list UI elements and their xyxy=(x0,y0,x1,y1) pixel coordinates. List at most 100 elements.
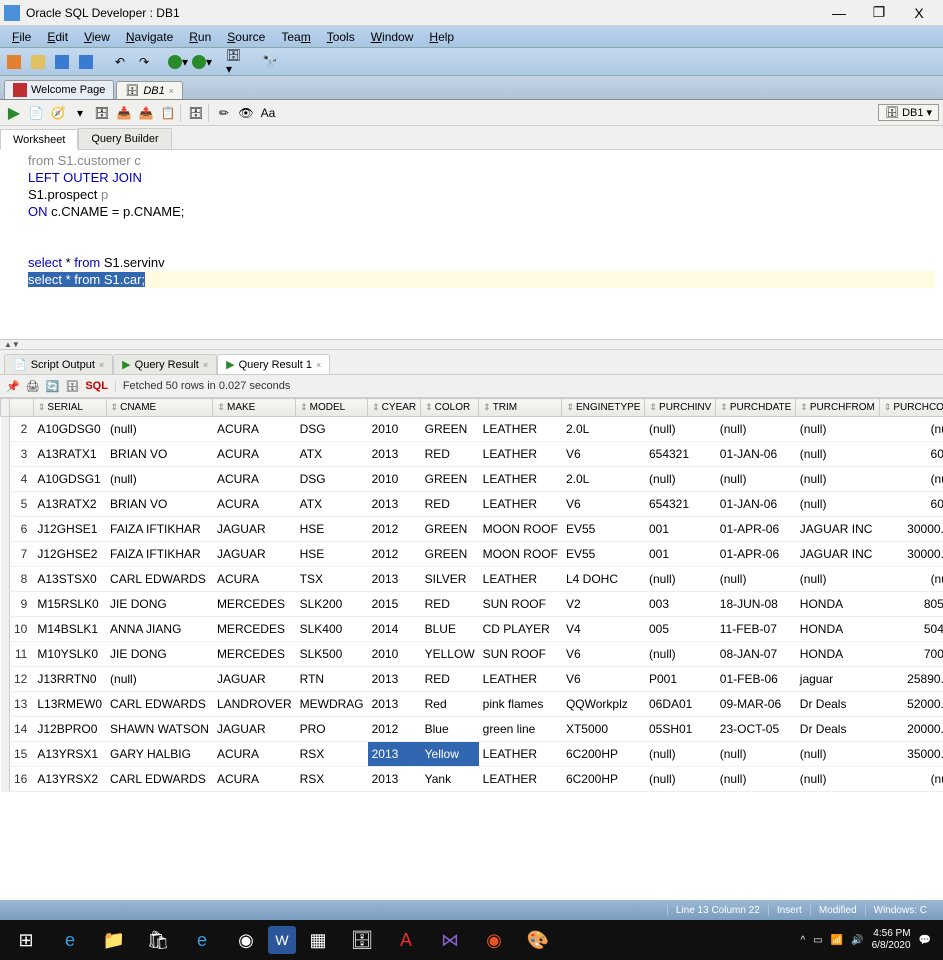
table-row[interactable]: 15A13YRSX1GARY HALBIGACURARSX2013YellowL… xyxy=(1,742,943,767)
close-tab-icon[interactable]: × xyxy=(169,86,174,96)
cell-purchdate[interactable]: 01-FEB-06 xyxy=(716,667,796,692)
tab-query-result[interactable]: ▶ Query Result × xyxy=(113,354,217,374)
cell-trim[interactable]: LEATHER xyxy=(479,417,562,442)
cell-trim[interactable]: LEATHER xyxy=(479,767,562,792)
cell-cyear[interactable]: 2010 xyxy=(368,467,421,492)
cell-purchfrom[interactable]: (null) xyxy=(796,417,880,442)
cell-color[interactable]: RED xyxy=(421,667,479,692)
cell-enginetype[interactable]: QQWorkplz xyxy=(562,692,645,717)
cell-serial[interactable]: J12GHSE2 xyxy=(33,542,106,567)
cell-purchcost[interactable]: 6000 xyxy=(879,492,943,517)
cell-make[interactable]: MERCEDES xyxy=(213,617,296,642)
cell-trim[interactable]: LEATHER xyxy=(479,667,562,692)
commit-icon[interactable]: 📥 xyxy=(114,103,134,123)
cell-make[interactable]: ACURA xyxy=(213,417,296,442)
cell-serial[interactable]: M10YSLK0 xyxy=(33,642,106,667)
cell-cname[interactable]: SHAWN WATSON xyxy=(106,717,213,742)
cell-model[interactable]: SLK500 xyxy=(296,642,368,667)
cell-trim[interactable]: LEATHER xyxy=(479,567,562,592)
cell-make[interactable]: ACURA xyxy=(213,467,296,492)
cell-cname[interactable]: JIE DONG xyxy=(106,642,213,667)
cell-trim[interactable]: LEATHER xyxy=(479,442,562,467)
cell-color[interactable]: GREEN xyxy=(421,517,479,542)
menu-help[interactable]: Help xyxy=(421,28,462,46)
binoculars-icon[interactable]: 🔭 xyxy=(260,52,280,72)
cell-purchdate[interactable]: (null) xyxy=(716,417,796,442)
cell-make[interactable]: ACURA xyxy=(213,492,296,517)
cell-serial[interactable]: A13RATX2 xyxy=(33,492,106,517)
cell-enginetype[interactable]: L4 DOHC xyxy=(562,567,645,592)
menu-navigate[interactable]: Navigate xyxy=(118,28,181,46)
cell-purchfrom[interactable]: JAGUAR INC xyxy=(796,517,880,542)
chrome-icon[interactable]: ◉ xyxy=(224,920,268,960)
cell-make[interactable]: ACURA xyxy=(213,767,296,792)
run-script-icon[interactable]: 📄 xyxy=(26,103,46,123)
column-header-color[interactable]: ⇕COLOR xyxy=(421,399,479,417)
save-icon[interactable] xyxy=(52,52,72,72)
cell-purchinv[interactable]: (null) xyxy=(645,417,716,442)
explain-plan-icon[interactable]: 🧭 xyxy=(48,103,68,123)
cell-enginetype[interactable]: 2.0L xyxy=(562,467,645,492)
table-row[interactable]: 6J12GHSE1FAIZA IFTIKHARJAGUARHSE2012GREE… xyxy=(1,517,943,542)
table-row[interactable]: 3A13RATX1BRIAN VOACURAATX2013REDLEATHERV… xyxy=(1,442,943,467)
cell-cyear[interactable]: 2013 xyxy=(368,667,421,692)
cell-trim[interactable]: SUN ROOF xyxy=(479,592,562,617)
system-clock[interactable]: 4:56 PM 6/8/2020 xyxy=(872,928,911,952)
cell-purchcost[interactable]: 70000 xyxy=(879,642,943,667)
save-all-icon[interactable] xyxy=(76,52,96,72)
tab-script-output[interactable]: 📄 Script Output × xyxy=(4,354,113,374)
cell-color[interactable]: GREEN xyxy=(421,467,479,492)
cell-purchcost[interactable]: 80500 xyxy=(879,592,943,617)
column-header-purchcost[interactable]: ⇕PURCHCOST xyxy=(879,399,943,417)
cell-color[interactable]: Blue xyxy=(421,717,479,742)
cell-purchdate[interactable]: 08-JAN-07 xyxy=(716,642,796,667)
cell-cyear[interactable]: 2012 xyxy=(368,542,421,567)
autotrace-icon[interactable]: ▾ xyxy=(70,103,90,123)
sql-developer-icon[interactable]: 🗄 xyxy=(340,920,384,960)
cell-cname[interactable]: (null) xyxy=(106,467,213,492)
back-icon[interactable]: ▾ xyxy=(168,52,188,72)
pin-icon[interactable]: 📌 xyxy=(6,380,20,393)
cell-cname[interactable]: (null) xyxy=(106,667,213,692)
cell-purchdate[interactable]: (null) xyxy=(716,767,796,792)
table-row[interactable]: 14J12BPRO0SHAWN WATSONJAGUARPRO2012Blueg… xyxy=(1,717,943,742)
cell-purchinv[interactable]: 05SH01 xyxy=(645,717,716,742)
cell-purchfrom[interactable]: HONDA xyxy=(796,642,880,667)
cell-purchfrom[interactable]: HONDA xyxy=(796,592,880,617)
cell-enginetype[interactable]: V6 xyxy=(562,492,645,517)
cell-serial[interactable]: L13RMEW0 xyxy=(33,692,106,717)
cell-serial[interactable]: A13YRSX1 xyxy=(33,742,106,767)
cell-purchinv[interactable]: 06DA01 xyxy=(645,692,716,717)
tab-welcome-page[interactable]: Welcome Page xyxy=(4,80,114,99)
cell-model[interactable]: DSG xyxy=(296,417,368,442)
cell-enginetype[interactable]: V4 xyxy=(562,617,645,642)
sql-history-icon[interactable]: 🗄 xyxy=(186,103,206,123)
cell-enginetype[interactable]: V2 xyxy=(562,592,645,617)
task-view-icon[interactable]: ▦ xyxy=(296,920,340,960)
cell-trim[interactable]: LEATHER xyxy=(479,467,562,492)
cell-make[interactable]: ACURA xyxy=(213,442,296,467)
minimize-button[interactable]: — xyxy=(819,5,859,21)
cell-cyear[interactable]: 2010 xyxy=(368,417,421,442)
cell-purchdate[interactable]: 01-APR-06 xyxy=(716,517,796,542)
cell-enginetype[interactable]: 6C200HP xyxy=(562,742,645,767)
cell-color[interactable]: BLUE xyxy=(421,617,479,642)
start-button[interactable]: ⊞ xyxy=(4,920,48,960)
cell-purchcost[interactable]: 30000.99 xyxy=(879,542,943,567)
cell-cname[interactable]: CARL EDWARDS xyxy=(106,692,213,717)
cell-make[interactable]: MERCEDES xyxy=(213,592,296,617)
redo-icon[interactable]: ↷ xyxy=(134,52,154,72)
cell-purchfrom[interactable]: JAGUAR INC xyxy=(796,542,880,567)
cell-purchdate[interactable]: 18-JUN-08 xyxy=(716,592,796,617)
cell-purchcost[interactable]: (null) xyxy=(879,767,943,792)
cell-trim[interactable]: SUN ROOF xyxy=(479,642,562,667)
cell-enginetype[interactable]: V6 xyxy=(562,442,645,467)
unshared-icon[interactable]: 📋 xyxy=(158,103,178,123)
file-explorer-icon[interactable]: 📁 xyxy=(92,920,136,960)
cell-purchinv[interactable]: (null) xyxy=(645,767,716,792)
cell-enginetype[interactable]: V6 xyxy=(562,667,645,692)
cell-purchfrom[interactable]: HONDA xyxy=(796,617,880,642)
cell-cname[interactable]: ANNA JIANG xyxy=(106,617,213,642)
cell-purchfrom[interactable]: (null) xyxy=(796,467,880,492)
cell-cyear[interactable]: 2012 xyxy=(368,717,421,742)
